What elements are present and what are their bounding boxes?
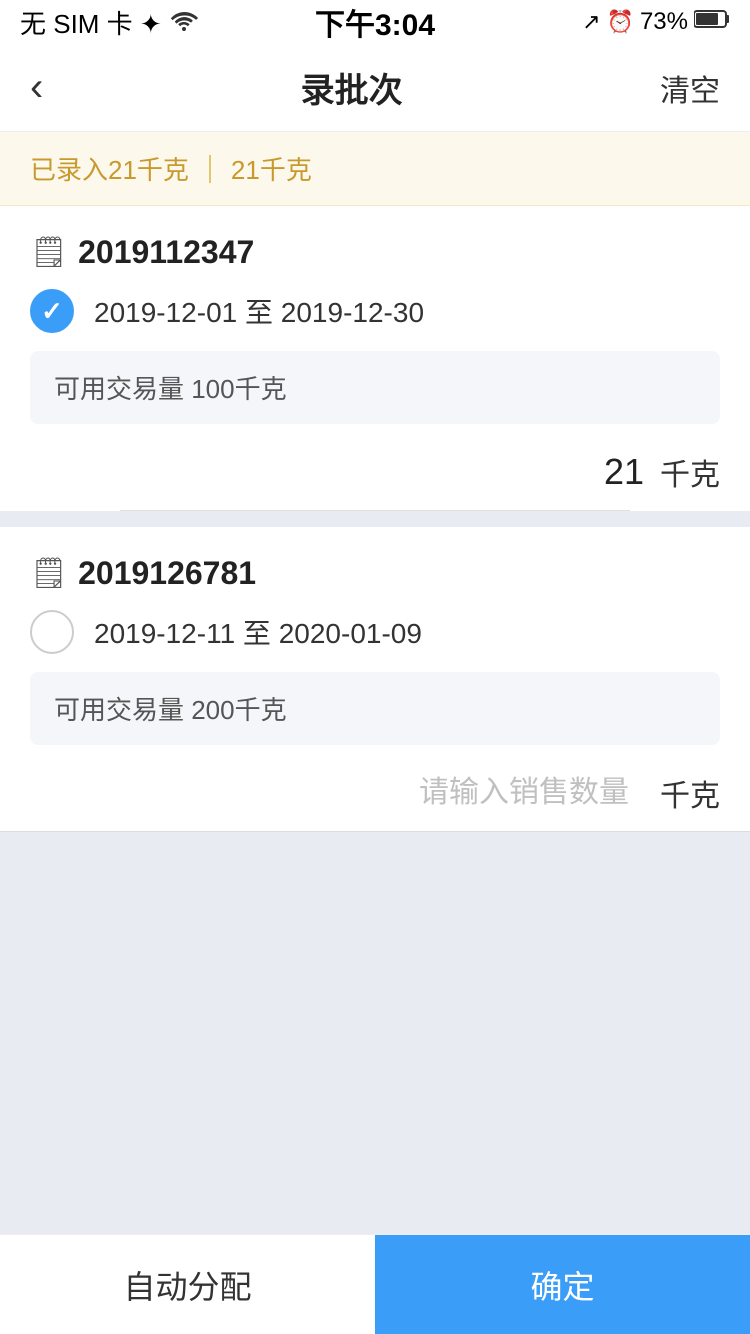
- batch2-avail: 可用交易量 200千克: [30, 672, 720, 745]
- batch1-icon: 🗒: [30, 235, 68, 270]
- batch2-radio[interactable]: [30, 610, 74, 654]
- batch2-card: 🗒 2019126781 2019-12-11 至 2020-01-09 可用交…: [0, 527, 750, 832]
- recorded-label: 已录入21千克: [30, 150, 189, 187]
- batch2-unit: 千克: [660, 771, 720, 815]
- status-bar: 无 SIM 卡 ✦ 下午3:04 ↗ ⏰ 73%: [0, 0, 750, 44]
- batch1-unit: 千克: [660, 450, 720, 494]
- alarm-icon: ⏰: [607, 9, 634, 35]
- location-icon: ↗: [582, 9, 600, 35]
- batch2-id: 2019126781: [78, 555, 256, 592]
- back-button[interactable]: ‹: [30, 65, 43, 110]
- clear-button[interactable]: 清空: [660, 66, 720, 110]
- batch2-header: 🗒 2019126781: [0, 527, 750, 602]
- total-label: 21千克: [231, 150, 312, 187]
- batch2-quantity-input[interactable]: [30, 776, 644, 810]
- batch1-quantity-value: 21: [604, 451, 644, 493]
- bottom-bar: 自动分配 确定: [0, 1234, 750, 1334]
- battery-icon: [694, 8, 730, 36]
- batch2-icon: 🗒: [30, 556, 68, 591]
- batch2-input-row[interactable]: 千克: [0, 755, 750, 832]
- confirm-button[interactable]: 确定: [375, 1235, 750, 1334]
- wifi-icon: [170, 7, 198, 38]
- batch1-header: 🗒 2019112347: [0, 206, 750, 281]
- batch1-avail: 可用交易量 100千克: [30, 351, 720, 424]
- battery-text: 73%: [640, 8, 688, 36]
- status-left: 无 SIM 卡 ✦: [20, 4, 198, 41]
- batch1-radio-row[interactable]: 2019-12-01 至 2019-12-30: [0, 281, 750, 341]
- batch1-id: 2019112347: [78, 234, 254, 271]
- section-separator: [0, 511, 750, 527]
- bottom-area: [0, 832, 750, 1234]
- auto-distribute-button[interactable]: 自动分配: [0, 1235, 375, 1334]
- batch2-date-range: 2019-12-11 至 2020-01-09: [94, 612, 422, 652]
- nav-bar: ‹ 录批次 清空: [0, 44, 750, 132]
- sim-text: 无 SIM 卡 ✦: [20, 4, 162, 41]
- batch1-card: 🗒 2019112347 2019-12-01 至 2019-12-30 可用交…: [0, 206, 750, 511]
- status-right: ↗ ⏰ 73%: [582, 8, 730, 36]
- batch1-quantity-row: 21 千克: [0, 434, 750, 510]
- page-title: 录批次: [301, 63, 403, 112]
- batch1-date-range: 2019-12-01 至 2019-12-30: [94, 291, 424, 331]
- status-time: 下午3:04: [315, 0, 435, 44]
- summary-divider: [209, 155, 211, 183]
- batch1-radio[interactable]: [30, 289, 74, 333]
- batch2-radio-row[interactable]: 2019-12-11 至 2020-01-09: [0, 602, 750, 662]
- summary-bar: 已录入21千克 21千克: [0, 132, 750, 206]
